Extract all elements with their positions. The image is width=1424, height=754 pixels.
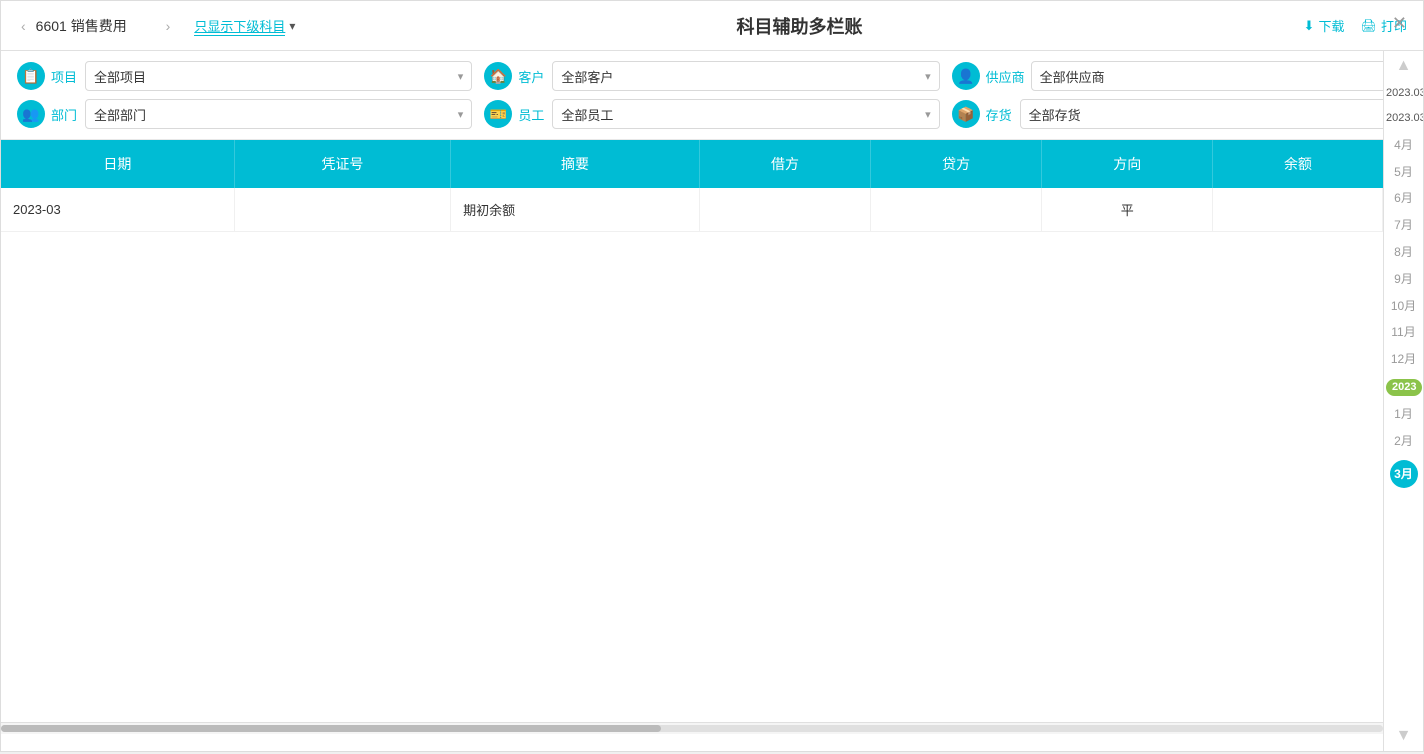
col-voucher: 凭证号 xyxy=(234,140,450,188)
filter-section: 📋 项目 全部项目 ▾ 🏠 客户 全部客户 ▾ 👤 供应商 xyxy=(1,51,1423,140)
timeline-item-2023-03-period1[interactable]: 2023.03 xyxy=(1384,81,1423,106)
project-icon: 📋 xyxy=(17,62,45,90)
filter-supplier: 👤 供应商 全部供应商 ▾ xyxy=(952,61,1407,91)
year-badge: 2023 xyxy=(1386,379,1422,396)
department-value: 全部部门 xyxy=(94,105,146,124)
supplier-value: 全部供应商 xyxy=(1040,67,1105,86)
ledger-table: 日期 凭证号 摘要 借方 贷方 方向 余额 2023-03 期初余额 xyxy=(1,140,1383,232)
employee-label: 员工 xyxy=(518,105,546,124)
supplier-label: 供应商 xyxy=(986,67,1025,86)
next-account-button[interactable]: › xyxy=(162,16,175,36)
customer-value: 全部客户 xyxy=(561,67,613,86)
timeline-item-10[interactable]: 10月 xyxy=(1384,293,1423,320)
col-balance: 余额 xyxy=(1213,140,1383,188)
department-label: 部门 xyxy=(51,105,79,124)
project-select[interactable]: 全部项目 ▾ xyxy=(85,61,472,91)
filter-inventory: 📦 存货 全部存货 ▾ xyxy=(952,99,1407,129)
customer-arrow-icon: ▾ xyxy=(925,70,931,83)
timeline-panel: ▲ 2023.03 2023.03 4月 5月 6月 7月 8月 9月 10月 … xyxy=(1383,51,1423,751)
col-debit: 借方 xyxy=(699,140,870,188)
horizontal-scrollbar[interactable] xyxy=(1,722,1383,734)
project-value: 全部项目 xyxy=(94,67,146,86)
timeline-item-8[interactable]: 8月 xyxy=(1384,239,1423,266)
project-label: 项目 xyxy=(51,67,79,86)
account-nav: ‹ 6601 销售费用 › xyxy=(17,16,174,36)
timeline-item-year-2023[interactable]: 2023 xyxy=(1384,373,1423,401)
customer-icon: 🏠 xyxy=(484,62,512,90)
customer-label: 客户 xyxy=(518,67,546,86)
timeline-scroll-down-button[interactable]: ▼ xyxy=(1384,721,1423,751)
scrollbar-thumb[interactable] xyxy=(1,725,661,732)
cell-balance xyxy=(1213,188,1383,232)
download-label: 下载 xyxy=(1318,16,1344,35)
employee-arrow-icon: ▾ xyxy=(925,108,931,121)
filter-row-1: 📋 项目 全部项目 ▾ 🏠 客户 全部客户 ▾ 👤 供应商 xyxy=(17,61,1407,91)
timeline-item-6[interactable]: 6月 xyxy=(1384,185,1423,212)
project-arrow-icon: ▾ xyxy=(458,70,464,83)
table-wrapper[interactable]: 日期 凭证号 摘要 借方 贷方 方向 余额 2023-03 期初余额 xyxy=(1,140,1383,722)
inventory-value: 全部存货 xyxy=(1029,105,1081,124)
timeline-item-5[interactable]: 5月 xyxy=(1384,159,1423,186)
account-code-name: 6601 销售费用 xyxy=(36,16,156,36)
header-bar: ‹ 6601 销售费用 › 只显示下级科目 ▾ 科目辅助多栏账 ⬇ 下载 🖨 打… xyxy=(1,1,1423,51)
filter-department: 👥 部门 全部部门 ▾ xyxy=(17,99,472,129)
timeline-item-2023-03-period2[interactable]: 2023.03 xyxy=(1384,106,1423,131)
supplier-select[interactable]: 全部供应商 ▾ xyxy=(1031,61,1407,91)
active-month-circle: 3月 xyxy=(1390,460,1418,488)
close-button[interactable]: ✕ xyxy=(1392,13,1407,34)
cell-direction: 平 xyxy=(1042,188,1213,232)
employee-select[interactable]: 全部员工 ▾ xyxy=(552,99,939,129)
employee-icon: 🎫 xyxy=(484,100,512,128)
cell-date: 2023-03 xyxy=(1,188,234,232)
filter-employee: 🎫 员工 全部员工 ▾ xyxy=(484,99,939,129)
timeline-item-9[interactable]: 9月 xyxy=(1384,266,1423,293)
table-header-row: 日期 凭证号 摘要 借方 贷方 方向 余额 xyxy=(1,140,1383,188)
filter-customer: 🏠 客户 全部客户 ▾ xyxy=(484,61,939,91)
table-row: 2023-03 期初余额 平 xyxy=(1,188,1383,232)
main-window: ✕ ‹ 6601 销售费用 › 只显示下级科目 ▾ 科目辅助多栏账 ⬇ 下载 🖨… xyxy=(0,0,1424,752)
prev-account-button[interactable]: ‹ xyxy=(17,16,30,36)
timeline-item-4[interactable]: 4月 xyxy=(1384,132,1423,159)
department-select[interactable]: 全部部门 ▾ xyxy=(85,99,472,129)
employee-value: 全部员工 xyxy=(561,105,613,124)
timeline-item-7[interactable]: 7月 xyxy=(1384,212,1423,239)
filter-row-2: 👥 部门 全部部门 ▾ 🎫 员工 全部员工 ▾ 📦 存货 xyxy=(17,99,1407,129)
show-sub-toggle[interactable]: 只显示下级科目 ▾ xyxy=(194,16,295,36)
inventory-icon: 📦 xyxy=(952,100,980,128)
department-icon: 👥 xyxy=(17,100,45,128)
download-button[interactable]: ⬇ 下载 xyxy=(1304,16,1345,35)
download-icon: ⬇ xyxy=(1304,18,1315,34)
cell-voucher xyxy=(234,188,450,232)
col-date: 日期 xyxy=(1,140,234,188)
supplier-icon: 👤 xyxy=(952,62,980,90)
print-icon: 🖨 xyxy=(1360,18,1377,34)
col-direction: 方向 xyxy=(1042,140,1213,188)
inventory-select[interactable]: 全部存货 ▾ xyxy=(1020,99,1407,129)
cell-credit xyxy=(871,188,1042,232)
scrollbar-track xyxy=(1,725,1383,732)
inventory-label: 存货 xyxy=(986,105,1014,124)
timeline-item-1[interactable]: 1月 xyxy=(1384,401,1423,428)
content-area: 日期 凭证号 摘要 借方 贷方 方向 余额 2023-03 期初余额 xyxy=(1,140,1423,754)
timeline-scroll-up-button[interactable]: ▲ xyxy=(1384,51,1423,81)
filter-project: 📋 项目 全部项目 ▾ xyxy=(17,61,472,91)
timeline-item-3-active[interactable]: 3月 xyxy=(1384,455,1423,493)
timeline-item-11[interactable]: 11月 xyxy=(1384,319,1423,346)
cell-summary: 期初余额 xyxy=(451,188,700,232)
timeline-item-2[interactable]: 2月 xyxy=(1384,428,1423,455)
show-sub-label: 只显示下级科目 xyxy=(194,16,285,36)
col-summary: 摘要 xyxy=(451,140,700,188)
customer-select[interactable]: 全部客户 ▾ xyxy=(552,61,939,91)
cell-debit xyxy=(699,188,870,232)
timeline-item-12[interactable]: 12月 xyxy=(1384,346,1423,373)
page-title: 科目辅助多栏账 xyxy=(295,13,1303,39)
department-arrow-icon: ▾ xyxy=(458,108,464,121)
col-credit: 贷方 xyxy=(871,140,1042,188)
